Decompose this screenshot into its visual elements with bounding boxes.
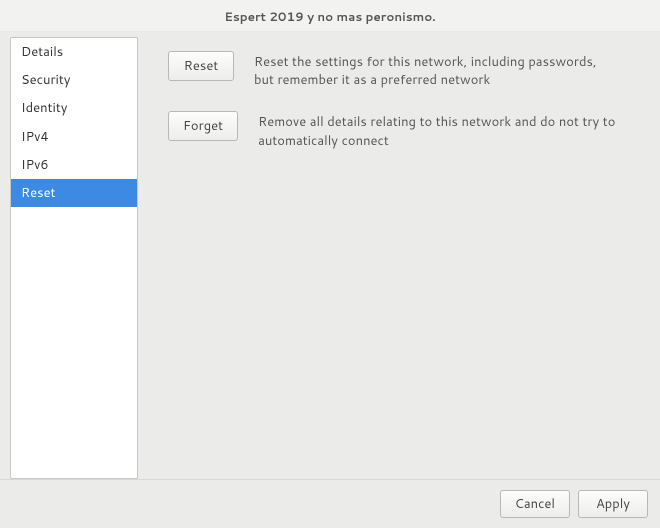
content-row: Details Security Identity IPv4 IPv6 Rese… [0, 31, 660, 479]
window-content: Details Security Identity IPv4 IPv6 Rese… [0, 31, 660, 528]
sidebar-item-ipv4[interactable]: IPv4 [11, 123, 137, 151]
reset-button[interactable]: Reset [168, 51, 234, 81]
sidebar-item-identity[interactable]: Identity [11, 94, 137, 122]
reset-row: Reset Reset the settings for this networ… [168, 51, 632, 89]
sidebar-item-reset[interactable]: Reset [11, 179, 137, 207]
reset-description: Reset the settings for this network, inc… [254, 51, 614, 89]
sidebar: Details Security Identity IPv4 IPv6 Rese… [10, 37, 138, 479]
forget-row: Forget Remove all details relating to th… [168, 111, 632, 149]
window-title: Espert 2019 y no mas peronismo. [0, 0, 660, 31]
apply-button[interactable]: Apply [578, 490, 648, 518]
forget-description: Remove all details relating to this netw… [258, 111, 618, 149]
sidebar-item-details[interactable]: Details [11, 38, 137, 66]
reset-pane: Reset Reset the settings for this networ… [138, 37, 650, 479]
forget-button[interactable]: Forget [168, 111, 238, 141]
cancel-button[interactable]: Cancel [500, 490, 570, 518]
sidebar-item-ipv6[interactable]: IPv6 [11, 151, 137, 179]
sidebar-item-security[interactable]: Security [11, 66, 137, 94]
dialog-footer: Cancel Apply [0, 479, 660, 528]
